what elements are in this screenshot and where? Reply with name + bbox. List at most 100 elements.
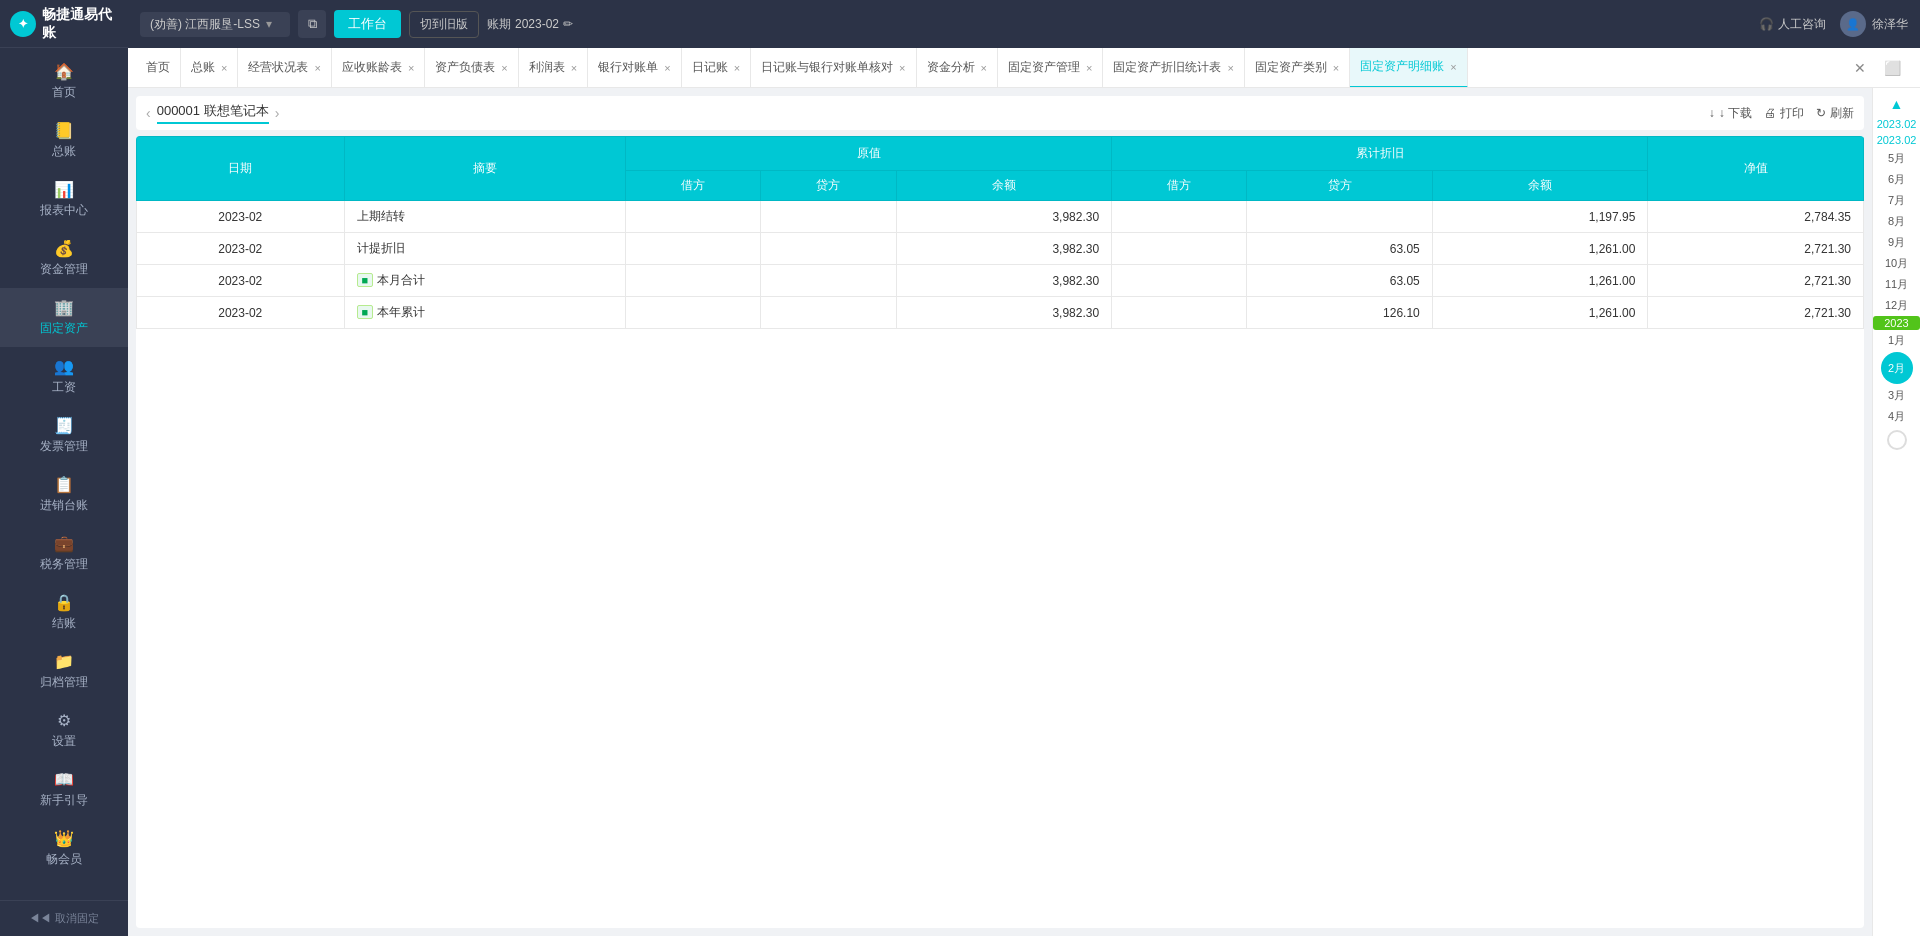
tab-close-capital-analysis[interactable]: ×: [981, 62, 987, 74]
tab-close-journal-bank-verify[interactable]: ×: [899, 62, 905, 74]
sidebar-item-payroll[interactable]: 👥工资: [0, 347, 128, 406]
close-all-tabs-btn[interactable]: ✕: [1848, 56, 1872, 80]
asset-actions: ↓ ↓ 下载 🖨 打印 ↻ 刷新: [1709, 105, 1854, 122]
capital-icon: 💰: [54, 239, 74, 258]
reports-icon: 📊: [54, 180, 74, 199]
month-11[interactable]: 11月: [1873, 274, 1920, 295]
tab-journal-bank-verify[interactable]: 日记账与银行对账单核对 ×: [751, 48, 916, 88]
headset-icon: 🎧: [1759, 17, 1774, 31]
cell-acc-credit: 63.05: [1247, 233, 1432, 265]
sidebar-item-reports[interactable]: 📊报表中心: [0, 170, 128, 229]
sidebar-item-guide[interactable]: 📖新手引导: [0, 760, 128, 819]
month-9[interactable]: 9月: [1873, 232, 1920, 253]
tab-label-asset-detail: 固定资产明细账: [1360, 58, 1444, 75]
tab-label-journal-bank-verify: 日记账与银行对账单核对: [761, 59, 893, 76]
cell-acc-balance: 1,261.00: [1432, 233, 1648, 265]
cell-acc-credit: [1247, 201, 1432, 233]
month-6[interactable]: 6月: [1873, 169, 1920, 190]
tab-close-asset-detail[interactable]: ×: [1450, 61, 1456, 73]
tab-journal[interactable]: 日记账×: [682, 48, 751, 88]
tab-label-asset-liability: 资产负债表: [435, 59, 495, 76]
sidebar-item-fixed-assets[interactable]: 🏢固定资产: [0, 288, 128, 347]
workbench-button[interactable]: 工作台: [334, 10, 401, 38]
sidebar-item-archive[interactable]: 📁归档管理: [0, 642, 128, 701]
col-date: 日期: [137, 137, 345, 201]
tab-bank-statement[interactable]: 银行对账单×: [588, 48, 681, 88]
user-profile[interactable]: 👤 徐泽华: [1840, 11, 1908, 37]
tab-capital-analysis[interactable]: 资金分析×: [917, 48, 998, 88]
tab-asset-detail[interactable]: 固定资产明细账 ×: [1350, 48, 1467, 88]
month-12[interactable]: 12月: [1873, 295, 1920, 316]
year-2023-badge[interactable]: 2023: [1873, 316, 1920, 330]
sidebar-label-home: 首页: [52, 84, 76, 101]
sidebar-collapse-btn[interactable]: ◀◀ 取消固定: [0, 900, 128, 936]
tab-close-profit[interactable]: ×: [571, 62, 577, 74]
tab-depreciation-stats[interactable]: 固定资产折旧统计表×: [1103, 48, 1244, 88]
sidebar-item-tax[interactable]: 💼税务管理: [0, 524, 128, 583]
company-selector[interactable]: (劝善) 江西服垦-LSS ▾: [140, 12, 290, 37]
copy-icon[interactable]: ⧉: [298, 10, 326, 38]
sidebar-item-home[interactable]: 🏠首页: [0, 52, 128, 111]
tab-close-depreciation-stats[interactable]: ×: [1227, 62, 1233, 74]
sidebar-label-capital: 资金管理: [40, 261, 88, 278]
tab-asset-liability[interactable]: 资产负债表 ×: [425, 48, 518, 88]
period-label: 账期 2023-02 ✏: [487, 16, 573, 33]
month-1[interactable]: 1月: [1873, 330, 1920, 351]
cell-acc-debit: [1112, 233, 1247, 265]
tab-close-asset-category[interactable]: ×: [1333, 62, 1339, 74]
month-10[interactable]: 10月: [1873, 253, 1920, 274]
month-3[interactable]: 3月: [1873, 385, 1920, 406]
tab-close-fixed-assets-mgmt[interactable]: ×: [1086, 62, 1092, 74]
month-7[interactable]: 7月: [1873, 190, 1920, 211]
tab-close-business-status[interactable]: ×: [314, 62, 320, 74]
tab-business-status[interactable]: 经营状况表×: [238, 48, 331, 88]
switch-version-button[interactable]: 切到旧版: [409, 11, 479, 38]
user-service-btn[interactable]: 🎧 人工咨询: [1759, 16, 1826, 33]
tab-label-home: 首页: [146, 59, 170, 76]
month-5[interactable]: 5月: [1873, 148, 1920, 169]
time-nav-date-1[interactable]: 2023.02: [1873, 116, 1920, 132]
tab-label-fixed-assets-mgmt: 固定资产管理: [1008, 59, 1080, 76]
period-edit-icon[interactable]: ✏: [563, 17, 573, 31]
tab-close-ledger[interactable]: ×: [221, 62, 227, 74]
col-accumulated: 累计折旧: [1112, 137, 1648, 171]
tab-fixed-assets-mgmt[interactable]: 固定资产管理 ×: [998, 48, 1103, 88]
tab-receivables[interactable]: 应收账龄表×: [332, 48, 425, 88]
sidebar-item-sales-ledger[interactable]: 📋进销台账: [0, 465, 128, 524]
tab-home[interactable]: 首页: [136, 48, 181, 88]
main-content: (劝善) 江西服垦-LSS ▾ ⧉ 工作台 切到旧版 账期 2023-02 ✏ …: [128, 0, 1920, 936]
tab-label-asset-category: 固定资产类别: [1255, 59, 1327, 76]
tab-close-journal[interactable]: ×: [734, 62, 740, 74]
next-asset-btn[interactable]: ›: [275, 105, 280, 121]
time-nav-down-circle[interactable]: [1887, 430, 1907, 450]
prev-asset-btn[interactable]: ‹: [146, 105, 151, 121]
archive-icon: 📁: [54, 652, 74, 671]
sidebar-item-capital[interactable]: 💰 资金管理: [0, 229, 128, 288]
month-4[interactable]: 4月: [1873, 406, 1920, 427]
sidebar-item-settings[interactable]: ⚙设置: [0, 701, 128, 760]
tab-close-receivables[interactable]: ×: [408, 62, 414, 74]
tab-ledger[interactable]: 总账×: [181, 48, 238, 88]
download-btn[interactable]: ↓ ↓ 下载: [1709, 105, 1752, 122]
ledger-icon: 📒: [54, 121, 74, 140]
app-title: 畅捷通易代账: [42, 6, 118, 42]
tab-close-bank-statement[interactable]: ×: [664, 62, 670, 74]
print-btn[interactable]: 🖨 打印: [1764, 105, 1804, 122]
month-2-active[interactable]: 2月: [1881, 352, 1913, 384]
month-8[interactable]: 8月: [1873, 211, 1920, 232]
maximize-btn[interactable]: ⬜: [1880, 56, 1904, 80]
col-orig-balance: 余额: [896, 171, 1112, 201]
sidebar-item-closing[interactable]: 🔒结账: [0, 583, 128, 642]
tab-profit[interactable]: 利润表×: [519, 48, 588, 88]
tab-asset-category[interactable]: 固定资产类别 ×: [1245, 48, 1350, 88]
sidebar-label-fixed-assets: 固定资产: [40, 320, 88, 337]
tab-close-asset-liability[interactable]: ×: [501, 62, 507, 74]
time-nav-up[interactable]: ▲: [1886, 92, 1908, 116]
time-nav-date-2[interactable]: 2023.02: [1873, 132, 1920, 148]
refresh-btn[interactable]: ↻ 刷新: [1816, 105, 1854, 122]
sidebar-item-ledger[interactable]: 📒总账: [0, 111, 128, 170]
sidebar-label-settings: 设置: [52, 733, 76, 750]
col-orig-debit: 借方: [626, 171, 761, 201]
sidebar-item-member[interactable]: 👑畅会员: [0, 819, 128, 878]
sidebar-item-invoice[interactable]: 🧾发票管理: [0, 406, 128, 465]
